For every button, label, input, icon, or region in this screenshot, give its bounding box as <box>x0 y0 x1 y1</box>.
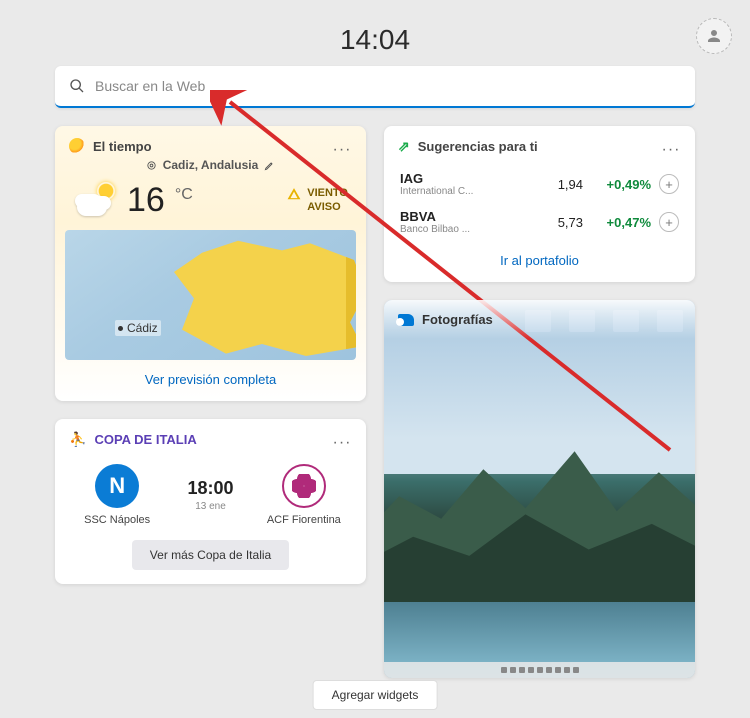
stocks-icon: ⇗ <box>398 138 410 155</box>
widgets-col-left: ··· El tiempo Cadiz, Andalusia 16 °C VIE… <box>55 126 366 678</box>
stock-symbol: IAG <box>400 171 531 186</box>
search-icon <box>69 78 85 94</box>
stock-add-button[interactable]: + <box>659 174 679 194</box>
stock-company: International C... <box>400 186 531 197</box>
onedrive-icon <box>398 314 414 326</box>
match-time-value: 18:00 <box>187 478 233 499</box>
weather-title: El tiempo <box>93 139 152 154</box>
widgets-grid: ··· El tiempo Cadiz, Andalusia 16 °C VIE… <box>55 126 695 678</box>
photos-card[interactable]: Fotografías <box>384 300 695 678</box>
search-input[interactable] <box>95 78 681 94</box>
stock-row[interactable]: IAG International C... 1,94 +0,49% + <box>400 165 679 203</box>
desktop-taskbar <box>384 662 695 678</box>
team-away-logo <box>282 464 326 508</box>
stock-symbol: BBVA <box>400 209 531 224</box>
stocks-title: Sugerencias para ti <box>418 139 538 154</box>
weather-temp: 16 <box>127 181 165 220</box>
weather-location: Cadiz, Andalusia <box>163 158 259 172</box>
weather-unit: °C <box>175 186 193 204</box>
weather-alert-line2: AVISO <box>307 200 348 214</box>
stock-add-button[interactable]: + <box>659 212 679 232</box>
stocks-more-button[interactable]: ··· <box>657 136 685 164</box>
sports-match: N SSC Nápoles 18:00 13 ene ACF Fiorentin… <box>55 454 366 532</box>
stocks-portfolio-link[interactable]: Ir al portafolio <box>384 241 695 282</box>
stock-price: 5,73 <box>539 215 583 230</box>
target-icon <box>146 160 157 171</box>
partly-cloudy-icon <box>77 180 117 220</box>
weather-card-header: El tiempo <box>55 126 366 160</box>
team-home-logo: N <box>95 464 139 508</box>
stock-row[interactable]: BBVA Banco Bilbao ... 5,73 +0,47% + <box>400 203 679 241</box>
photos-image <box>384 300 695 678</box>
clock: 14:04 <box>0 24 750 56</box>
weather-alert[interactable]: VIENTO AVISO <box>287 186 348 215</box>
stock-change: +0,49% <box>591 177 651 192</box>
profile-avatar-button[interactable] <box>696 18 732 54</box>
add-widgets-button[interactable]: Agregar widgets <box>313 680 438 710</box>
stocks-card-header: ⇗ Sugerencias para ti <box>384 126 695 161</box>
user-icon <box>705 27 723 45</box>
photos-card-header: Fotografías <box>384 300 695 339</box>
search-bar[interactable] <box>55 66 695 108</box>
weather-map[interactable]: Cádiz <box>65 230 356 360</box>
stocks-list: IAG International C... 1,94 +0,49% + BBV… <box>384 161 695 241</box>
sports-card-header: ⛹ COPA DE ITALIA <box>55 419 366 454</box>
weather-icon <box>69 138 85 154</box>
sports-see-more-button[interactable]: Ver más Copa de Italia <box>132 540 289 570</box>
sports-more-button[interactable]: ··· <box>328 429 356 457</box>
weather-forecast-link[interactable]: Ver previsión completa <box>55 360 366 401</box>
weather-alert-line1: VIENTO <box>307 186 348 200</box>
match-date: 13 ene <box>187 501 233 512</box>
team-away-name: ACF Fiorentina <box>267 514 341 526</box>
pencil-icon[interactable] <box>264 160 275 171</box>
team-home[interactable]: N SSC Nápoles <box>75 464 159 526</box>
weather-location-row[interactable]: Cadiz, Andalusia <box>55 158 366 172</box>
widgets-col-right: ··· ⇗ Sugerencias para ti IAG Internatio… <box>384 126 695 678</box>
sports-card[interactable]: ··· ⛹ COPA DE ITALIA N SSC Nápoles 18:00… <box>55 419 366 584</box>
stock-company: Banco Bilbao ... <box>400 224 531 235</box>
weather-card[interactable]: ··· El tiempo Cadiz, Andalusia 16 °C VIE… <box>55 126 366 401</box>
stocks-card[interactable]: ··· ⇗ Sugerencias para ti IAG Internatio… <box>384 126 695 282</box>
warning-icon <box>287 187 301 201</box>
weather-map-city-label: Cádiz <box>115 320 161 336</box>
weather-more-button[interactable]: ··· <box>328 136 356 164</box>
photos-title: Fotografías <box>422 312 493 327</box>
stock-price: 1,94 <box>539 177 583 192</box>
match-time: 18:00 13 ene <box>187 478 233 512</box>
team-home-name: SSC Nápoles <box>84 514 150 526</box>
stock-change: +0,47% <box>591 215 651 230</box>
weather-map-region <box>166 236 356 356</box>
weather-main: 16 °C VIENTO AVISO <box>55 178 366 224</box>
sports-icon: ⛹ <box>69 431 86 448</box>
team-away[interactable]: ACF Fiorentina <box>262 464 346 526</box>
sports-title: COPA DE ITALIA <box>94 432 196 447</box>
